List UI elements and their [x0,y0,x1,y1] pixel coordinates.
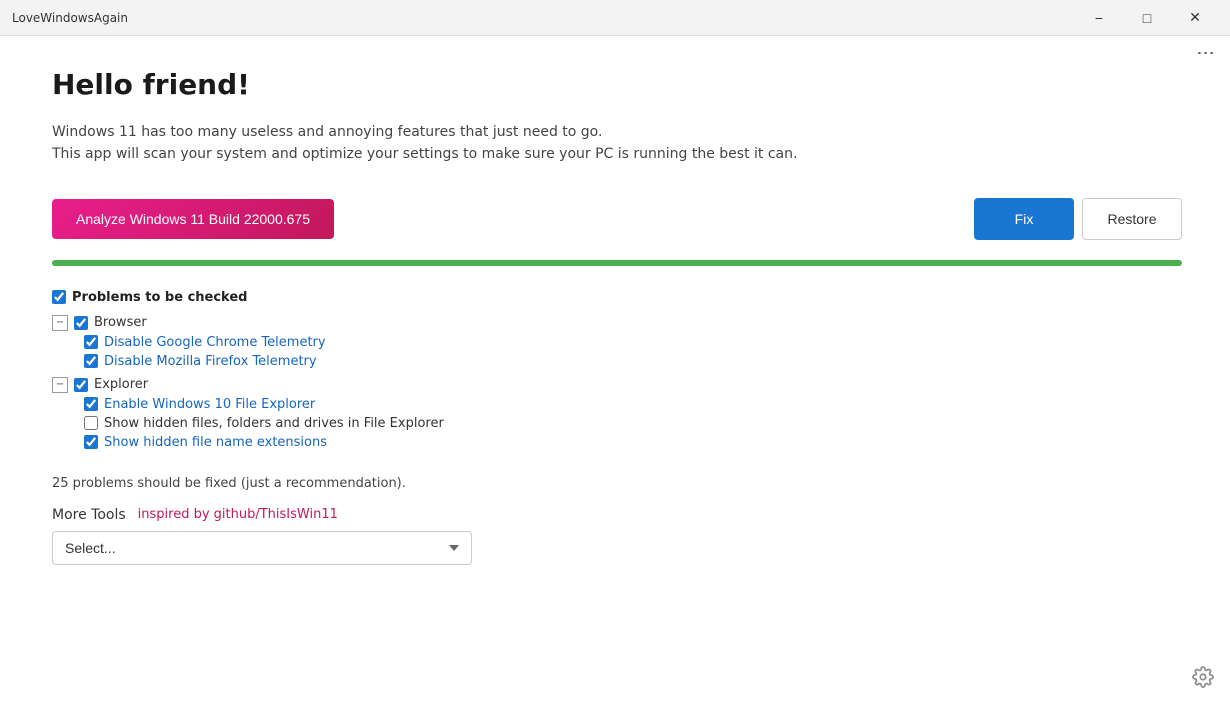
group-checkbox-browser[interactable] [74,316,88,330]
select-container: Select...Uninstall OneDriveDisable Telem… [52,531,1174,565]
tree-group-row-explorer[interactable]: − Explorer [52,375,1174,395]
item-checkbox-explorer-2[interactable] [84,435,98,449]
app-title: LoveWindowsAgain [12,11,128,25]
main-content: Hello friend! Windows 11 has too many us… [0,36,1230,716]
close-button[interactable]: ✕ [1172,3,1218,33]
restore-button[interactable]: Restore [1082,198,1182,240]
tree-item-row[interactable]: Enable Windows 10 File Explorer [84,395,1174,414]
github-link[interactable]: inspired by github/ThisIsWin11 [138,507,338,522]
description-line2: This app will scan your system and optim… [52,143,1182,165]
tree-group-browser: −BrowserDisable Google Chrome TelemetryD… [52,313,1174,371]
group-checkbox-explorer[interactable] [74,378,88,392]
tree-item-row[interactable]: Show hidden file name extensions [84,433,1174,452]
tree-group-row-browser[interactable]: − Browser [52,313,1174,333]
description-block: Windows 11 has too many useless and anno… [52,121,1182,166]
minimize-button[interactable]: − [1076,3,1122,33]
page-heading: Hello friend! [52,68,1182,101]
item-checkbox-browser-0[interactable] [84,335,98,349]
item-label[interactable]: Disable Mozilla Firefox Telemetry [104,354,317,369]
tree-item-row[interactable]: Disable Mozilla Firefox Telemetry [84,352,1174,371]
group-label-browser: Browser [94,315,147,330]
tree-item-row[interactable]: Show hidden files, folders and drives in… [84,414,1174,433]
title-bar: LoveWindowsAgain − □ ✕ [0,0,1230,36]
window-controls: − □ ✕ [1076,3,1218,33]
item-checkbox-explorer-1[interactable] [84,416,98,430]
tree-children-browser: Disable Google Chrome Telemetry Disable M… [84,333,1174,371]
right-buttons: Fix Restore [974,198,1182,240]
root-row: Problems to be checked [52,290,1174,305]
group-label-explorer: Explorer [94,377,148,392]
analyze-button[interactable]: Analyze Windows 11 Build 22000.675 [52,199,334,239]
description-line1: Windows 11 has too many useless and anno… [52,121,1182,143]
tree-container: −BrowserDisable Google Chrome TelemetryD… [52,313,1174,452]
tree-group-explorer: − Explorer Enable Windows 10 File Explorer… [52,375,1174,452]
maximize-button[interactable]: □ [1124,3,1170,33]
content-area: Hello friend! Windows 11 has too many us… [4,36,1230,716]
item-checkbox-browser-1[interactable] [84,354,98,368]
progress-bar-fill [52,260,1182,266]
actions-row: Analyze Windows 11 Build 22000.675 Fix R… [52,198,1182,240]
menu-dots-button[interactable]: ⋮ [1195,44,1216,58]
item-label[interactable]: Show hidden file name extensions [104,435,327,450]
tree-children-explorer: Enable Windows 10 File Explorer Show hidd… [84,395,1174,452]
progress-bar-container [52,260,1182,266]
expand-icon-browser[interactable]: − [52,315,68,331]
tree-item-row[interactable]: Disable Google Chrome Telemetry [84,333,1174,352]
expand-icon-explorer[interactable]: − [52,377,68,393]
root-label: Problems to be checked [72,290,247,305]
item-checkbox-explorer-0[interactable] [84,397,98,411]
more-tools-label: More Tools [52,507,126,523]
tools-select[interactable]: Select...Uninstall OneDriveDisable Telem… [52,531,472,565]
fix-button[interactable]: Fix [974,198,1074,240]
problems-area: Problems to be checked − Browser Disable G… [52,290,1182,692]
problems-summary: 25 problems should be fixed (just a reco… [52,468,1174,491]
root-checkbox[interactable] [52,290,66,304]
item-label[interactable]: Disable Google Chrome Telemetry [104,335,326,350]
item-label[interactable]: Enable Windows 10 File Explorer [104,397,315,412]
settings-gear-button[interactable] [1192,666,1214,692]
item-label: Show hidden files, folders and drives in… [104,416,444,431]
more-tools-row: More Tools inspired by github/ThisIsWin1… [52,507,1174,523]
